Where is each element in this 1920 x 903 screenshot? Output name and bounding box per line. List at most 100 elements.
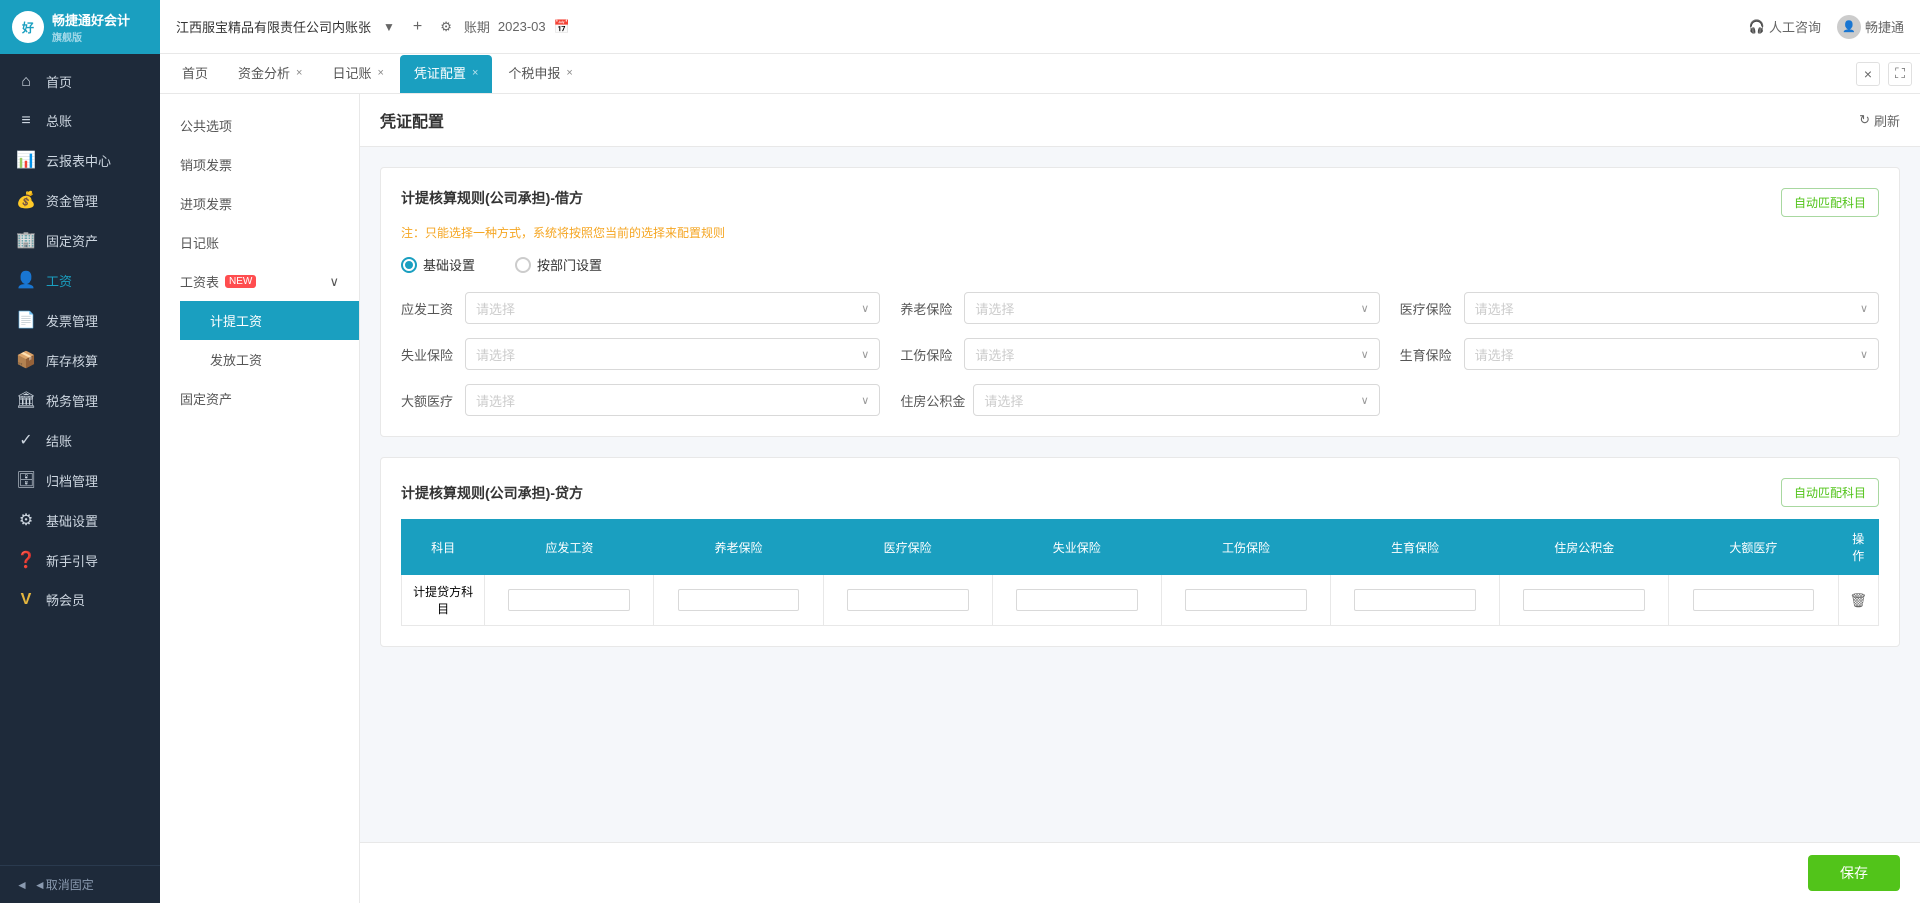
inventory-icon: 📦 <box>16 350 36 370</box>
sidebar-item-vip[interactable]: V 畅会员 <box>0 580 160 619</box>
menu-item-pay-salary[interactable]: 发放工资 <box>180 340 359 379</box>
tab-close-journal[interactable]: × <box>377 67 383 79</box>
debit-auto-match-button[interactable]: 自动匹配科目 <box>1781 188 1879 217</box>
chevron-down-icon: ∨ <box>1860 302 1868 315</box>
radio-basic[interactable]: 基础设置 <box>401 255 475 274</box>
housing-fund-select[interactable]: 请选择 ∨ <box>973 384 1379 416</box>
tab-funds[interactable]: 资金分析 × <box>224 55 316 93</box>
expand-tab-button[interactable]: ⛶ <box>1888 62 1912 86</box>
vip-icon: V <box>16 591 36 609</box>
cell-action: 🗑 <box>1838 575 1878 626</box>
company-dropdown-icon[interactable]: ▼ <box>383 20 395 34</box>
menu-item-salary-table[interactable]: 工资表 NEW ∨ <box>160 262 359 301</box>
sidebar-item-invoices[interactable]: 📄 发票管理 <box>0 300 160 340</box>
home-icon: ⌂ <box>16 73 36 91</box>
form-row-payroll: 应发工资 请选择 ∨ <box>401 292 880 324</box>
th-large-medical: 大额医疗 <box>1669 520 1838 575</box>
tab-tax-report[interactable]: 个税申报 × <box>494 55 586 93</box>
archive-icon: 🗄 <box>16 470 36 490</box>
menu-item-sales[interactable]: 销项发票 <box>160 145 359 184</box>
sidebar-item-ledger[interactable]: ≡ 总账 <box>0 101 160 140</box>
th-unemployment: 失业保险 <box>992 520 1161 575</box>
radio-dept[interactable]: 按部门设置 <box>515 255 602 274</box>
sidebar-item-tax[interactable]: 🏛 税务管理 <box>0 380 160 420</box>
sidebar-item-reports[interactable]: 📊 云报表中心 <box>0 140 160 180</box>
tab-voucher-config[interactable]: 凭证配置 × <box>400 55 492 93</box>
settings-icon: ⚙ <box>16 510 36 530</box>
input-housing-fund[interactable] <box>1523 589 1645 611</box>
menu-item-calc-salary[interactable]: 计提工资 <box>180 301 359 340</box>
th-maternity: 生育保险 <box>1331 520 1500 575</box>
medical-label: 医疗保险 <box>1400 299 1456 318</box>
tab-home[interactable]: 首页 <box>168 55 222 93</box>
tab-close-funds[interactable]: × <box>296 67 302 79</box>
cell-maternity <box>1331 575 1500 626</box>
sidebar-item-closing[interactable]: ✓ 结账 <box>0 420 160 460</box>
settings-gear-icon[interactable]: ⚙ <box>440 19 452 35</box>
large-medical-select[interactable]: 请选择 ∨ <box>465 384 880 416</box>
tab-journal[interactable]: 日记账 × <box>318 55 397 93</box>
close-tab-button[interactable]: × <box>1856 62 1880 86</box>
sidebar-item-inventory[interactable]: 📦 库存核算 <box>0 340 160 380</box>
sidebar-item-assets[interactable]: 🏢 固定资产 <box>0 220 160 260</box>
work-injury-select[interactable]: 请选择 ∨ <box>964 338 1379 370</box>
input-pension[interactable] <box>678 589 800 611</box>
maternity-label: 生育保险 <box>1400 345 1456 364</box>
chevron-down-icon: ∨ <box>861 348 869 361</box>
sidebar-item-funds[interactable]: 💰 资金管理 <box>0 180 160 220</box>
credit-auto-match-button[interactable]: 自动匹配科目 <box>1781 478 1879 507</box>
cell-work-injury <box>1161 575 1330 626</box>
cell-housing-fund <box>1500 575 1669 626</box>
tab-close-voucher[interactable]: × <box>472 67 478 79</box>
input-medical[interactable] <box>847 589 969 611</box>
debit-section-title: 计提核算规则(公司承担)-借方 <box>401 188 583 208</box>
maternity-select[interactable]: 请选择 ∨ <box>1464 338 1879 370</box>
user-profile[interactable]: 👤 畅捷通 <box>1837 15 1904 39</box>
radio-dept-circle <box>515 257 531 273</box>
pension-label: 养老保险 <box>900 299 956 318</box>
pension-select[interactable]: 请选择 ∨ <box>964 292 1379 324</box>
payroll-select[interactable]: 请选择 ∨ <box>465 292 880 324</box>
period-label: 账期 2023-03 📅 <box>464 17 570 36</box>
sidebar-nav: ⌂ 首页 ≡ 总账 📊 云报表中心 💰 资金管理 🏢 固定资产 👤 工资 📄 发… <box>0 54 160 865</box>
sidebar-item-label: 总账 <box>46 111 72 130</box>
sidebar-item-salary[interactable]: 👤 工资 <box>0 260 160 300</box>
sidebar-footer[interactable]: ◄ ◄取消固定 <box>0 865 160 903</box>
table-header-row: 科目 应发工资 养老保险 医疗保险 失业保险 工伤保险 生育保险 住房公积金 大… <box>402 520 1879 575</box>
tab-close-tax[interactable]: × <box>566 67 572 79</box>
sidebar-item-label: 基础设置 <box>46 511 98 530</box>
calendar-icon[interactable]: 📅 <box>554 19 570 35</box>
input-large-medical[interactable] <box>1693 589 1815 611</box>
save-button[interactable]: 保存 <box>1808 855 1900 891</box>
menu-item-journal[interactable]: 日记账 <box>160 223 359 262</box>
sidebar-item-archive[interactable]: 🗄 归档管理 <box>0 460 160 500</box>
salary-submenu: 计提工资 发放工资 <box>160 301 359 379</box>
service-button[interactable]: 🎧 人工咨询 <box>1749 17 1821 36</box>
debit-form-grid: 应发工资 请选择 ∨ 养老保险 请选择 ∨ <box>401 292 1879 416</box>
user-avatar: 👤 <box>1837 15 1861 39</box>
sidebar-item-settings[interactable]: ⚙ 基础设置 <box>0 500 160 540</box>
assets-icon: 🏢 <box>16 230 36 250</box>
input-payroll[interactable] <box>508 589 630 611</box>
medical-select[interactable]: 请选择 ∨ <box>1464 292 1879 324</box>
sidebar-item-guide[interactable]: ❓ 新手引导 <box>0 540 160 580</box>
sidebar-item-home[interactable]: ⌂ 首页 <box>0 62 160 101</box>
unemployment-label: 失业保险 <box>401 345 457 364</box>
form-row-unemployment: 失业保险 请选择 ∨ <box>401 338 880 370</box>
delete-row-button[interactable]: 🗑 <box>1849 592 1867 608</box>
app-logo: 好 畅捷通好会计 旗舰版 <box>0 0 160 54</box>
menu-item-purchase[interactable]: 进项发票 <box>160 184 359 223</box>
sidebar: 好 畅捷通好会计 旗舰版 ⌂ 首页 ≡ 总账 📊 云报表中心 💰 资金管理 🏢 … <box>0 0 160 903</box>
ledger-icon: ≡ <box>16 112 36 130</box>
add-company-button[interactable]: + <box>407 16 428 38</box>
sidebar-item-label: 新手引导 <box>46 551 98 570</box>
sidebar-item-label: 库存核算 <box>46 351 98 370</box>
refresh-button[interactable]: ↻ 刷新 <box>1859 111 1900 130</box>
unemployment-select[interactable]: 请选择 ∨ <box>465 338 880 370</box>
input-unemployment[interactable] <box>1016 589 1138 611</box>
sidebar-item-label: 固定资产 <box>46 231 98 250</box>
menu-item-public[interactable]: 公共选项 <box>160 106 359 145</box>
input-maternity[interactable] <box>1354 589 1476 611</box>
menu-item-fixed-assets[interactable]: 固定资产 <box>160 379 359 418</box>
input-work-injury[interactable] <box>1185 589 1307 611</box>
